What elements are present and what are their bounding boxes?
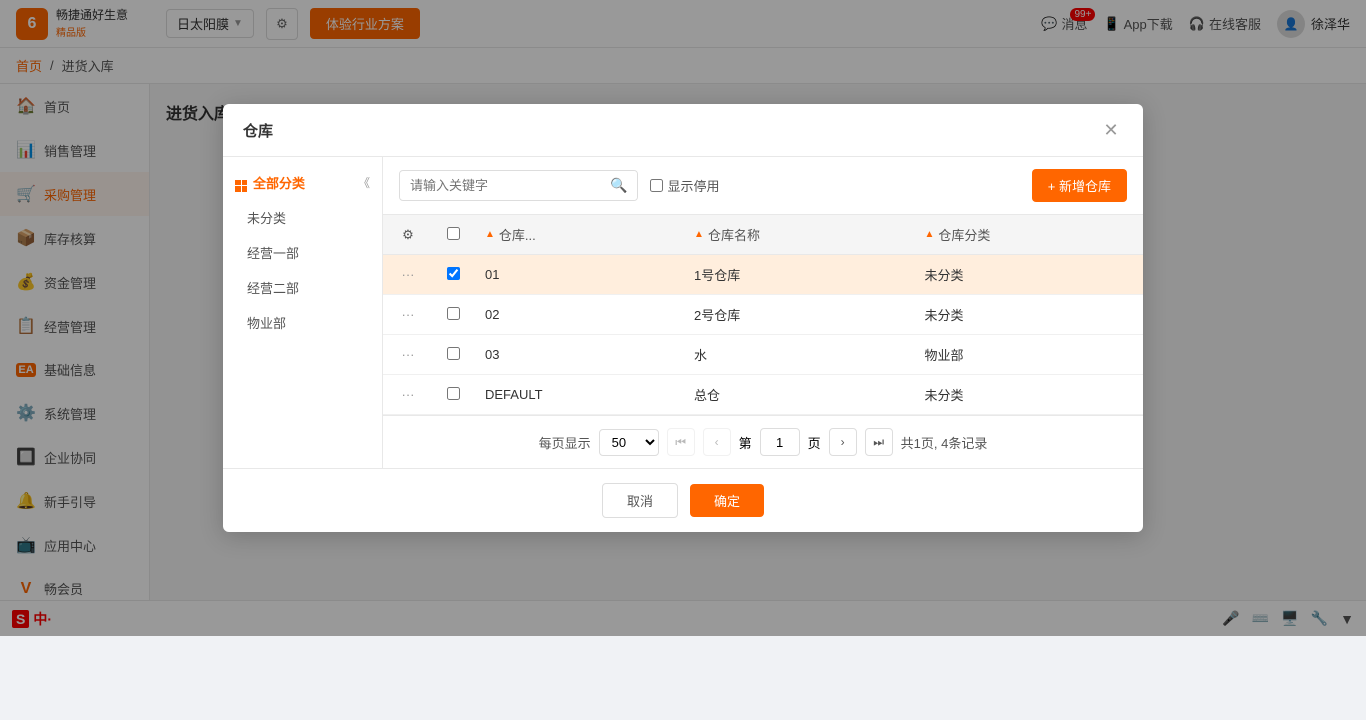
- category-item-0[interactable]: 未分类: [223, 200, 382, 235]
- category-header: 全部分类 《: [223, 165, 382, 200]
- row-code: DEFAULT: [473, 375, 682, 415]
- th-code-label: 仓库...: [499, 225, 536, 244]
- category-all-item[interactable]: 全部分类: [235, 173, 305, 192]
- prev-page-button[interactable]: ‹: [703, 428, 731, 456]
- sort-icon-cat: ▲: [925, 229, 935, 240]
- show-disabled-text: 显示停用: [667, 176, 719, 195]
- modal-title: 仓库: [243, 120, 273, 141]
- row-category: 未分类: [913, 295, 1143, 335]
- table-head: ⚙ ▲ 仓库...: [383, 215, 1143, 255]
- row-dots: ···: [383, 255, 433, 295]
- th-setting: ⚙: [383, 215, 433, 255]
- next-page-button[interactable]: ›: [829, 428, 857, 456]
- category-item-1[interactable]: 经营一部: [223, 235, 382, 270]
- select-all-checkbox[interactable]: [447, 227, 460, 240]
- search-input[interactable]: [400, 172, 600, 199]
- row-dots: ···: [383, 295, 433, 335]
- table-body: ··· 01 1号仓库 未分类 ··· 02 2号仓库 未分类 ··· 03 水…: [383, 255, 1143, 415]
- modal-header: 仓库 ✕: [223, 104, 1143, 157]
- table-row[interactable]: ··· 01 1号仓库 未分类: [383, 255, 1143, 295]
- row-name: 1号仓库: [682, 255, 912, 295]
- gear-icon[interactable]: ⚙: [402, 227, 414, 242]
- row-category: 未分类: [913, 375, 1143, 415]
- category-item-2[interactable]: 经营二部: [223, 270, 382, 305]
- table-row[interactable]: ··· DEFAULT 总仓 未分类: [383, 375, 1143, 415]
- category-item-3[interactable]: 物业部: [223, 305, 382, 340]
- th-name: ▲ 仓库名称: [682, 215, 912, 255]
- th-category: ▲ 仓库分类: [913, 215, 1143, 255]
- category-all-label: 全部分类: [253, 173, 305, 192]
- row-checkbox[interactable]: [447, 347, 460, 360]
- row-name: 总仓: [682, 375, 912, 415]
- show-disabled-label: 显示停用: [650, 176, 719, 195]
- search-input-wrap: 🔍: [399, 170, 638, 201]
- page-di-label: 第: [739, 433, 752, 452]
- show-disabled-checkbox[interactable]: [650, 179, 663, 192]
- table-row[interactable]: ··· 03 水 物业部: [383, 335, 1143, 375]
- row-code: 03: [473, 335, 682, 375]
- page-total: 共1页, 4条记录: [901, 433, 988, 452]
- category-panel: 全部分类 《 未分类 经营一部 经营二部 物业部: [223, 157, 383, 468]
- search-button[interactable]: 🔍: [600, 171, 637, 200]
- search-bar: 🔍 显示停用 + 新增仓库: [383, 157, 1143, 215]
- content-panel: 🔍 显示停用 + 新增仓库 ⚙: [383, 157, 1143, 468]
- row-name: 2号仓库: [682, 295, 912, 335]
- row-category: 物业部: [913, 335, 1143, 375]
- th-code: ▲ 仓库...: [473, 215, 682, 255]
- pagination: 每页显示 50 10 20 100 ⏮ ‹ 第 页 › ⏭ 共1页, 4条记录: [383, 415, 1143, 468]
- first-page-button[interactable]: ⏮: [667, 428, 695, 456]
- row-name: 水: [682, 335, 912, 375]
- th-category-label: 仓库分类: [938, 225, 990, 244]
- row-checkbox-cell: [433, 295, 473, 335]
- grid-icon: [235, 173, 247, 192]
- row-checkbox-cell: [433, 375, 473, 415]
- confirm-button[interactable]: 确定: [690, 484, 764, 517]
- page-size-select[interactable]: 50 10 20 100: [599, 429, 659, 456]
- new-warehouse-button[interactable]: + 新增仓库: [1032, 169, 1127, 202]
- last-page-button[interactable]: ⏭: [865, 428, 893, 456]
- row-category: 未分类: [913, 255, 1143, 295]
- row-checkbox[interactable]: [447, 267, 460, 280]
- page-number-input[interactable]: [760, 428, 800, 456]
- row-code: 02: [473, 295, 682, 335]
- table-wrap: ⚙ ▲ 仓库...: [383, 215, 1143, 415]
- warehouse-modal: 仓库 ✕ 全部分类 《 未分类 经营一部 经营二部 物业部: [223, 104, 1143, 532]
- sort-icon-name: ▲: [694, 229, 704, 240]
- row-checkbox[interactable]: [447, 307, 460, 320]
- th-name-label: 仓库名称: [708, 225, 760, 244]
- row-dots: ···: [383, 375, 433, 415]
- cancel-button[interactable]: 取消: [602, 483, 678, 518]
- page-size-label: 每页显示: [539, 433, 591, 452]
- page-word-label: 页: [808, 433, 821, 452]
- th-check: [433, 215, 473, 255]
- row-checkbox-cell: [433, 335, 473, 375]
- modal-body: 全部分类 《 未分类 经营一部 经营二部 物业部 🔍 显示停用 + 新: [223, 157, 1143, 468]
- modal-footer: 取消 确定: [223, 468, 1143, 532]
- table-row[interactable]: ··· 02 2号仓库 未分类: [383, 295, 1143, 335]
- sort-icon: ▲: [485, 229, 495, 240]
- row-dots: ···: [383, 335, 433, 375]
- modal-close-button[interactable]: ✕: [1099, 118, 1123, 142]
- row-code: 01: [473, 255, 682, 295]
- warehouse-table: ⚙ ▲ 仓库...: [383, 215, 1143, 415]
- collapse-icon[interactable]: 《: [358, 174, 370, 191]
- row-checkbox-cell: [433, 255, 473, 295]
- row-checkbox[interactable]: [447, 387, 460, 400]
